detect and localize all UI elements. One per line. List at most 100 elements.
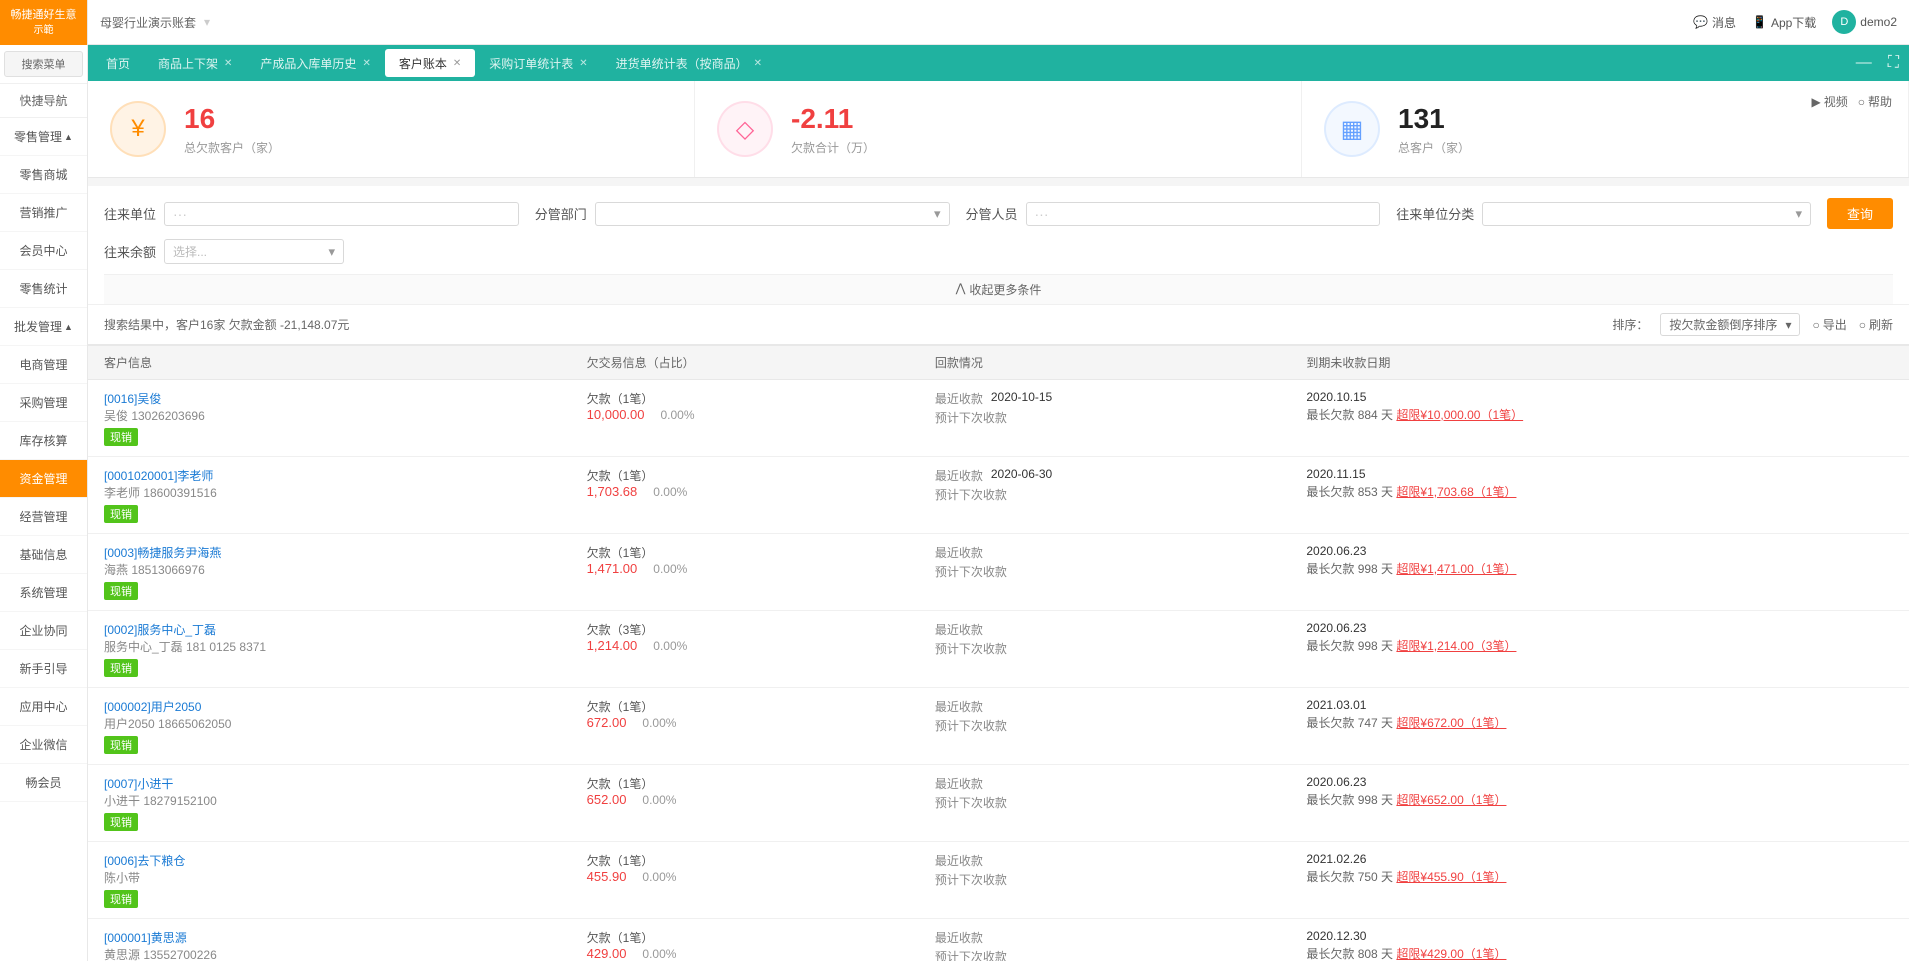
sidebar-item-retail-mall[interactable]: 零售商城 bbox=[0, 156, 87, 194]
last-payment-label: 最近收款 bbox=[935, 621, 983, 638]
due-date: 2020.10.15 bbox=[1306, 390, 1893, 404]
search-button[interactable]: 查询 bbox=[1827, 198, 1893, 229]
filter-category-select[interactable]: ▾ bbox=[1482, 202, 1811, 226]
video-button[interactable]: ▶ 视频 bbox=[1811, 93, 1847, 110]
debt-count: 欠款（1笔） bbox=[587, 467, 903, 484]
filter-balance-select[interactable]: 选择... ▾ bbox=[164, 239, 344, 264]
overdue-days: 最长欠款 998 天 bbox=[1306, 562, 1396, 576]
last-payment-label: 最近收款 bbox=[935, 467, 983, 484]
sidebar-item-inventory[interactable]: 库存核算 bbox=[0, 422, 87, 460]
overdue-amount-link[interactable]: 超限¥652.00（1笔） bbox=[1396, 793, 1506, 807]
sidebar-item-marketing[interactable]: 营销推广 bbox=[0, 194, 87, 232]
app-download-label: App下载 bbox=[1771, 14, 1816, 31]
tabs-minimize-button[interactable]: — bbox=[1850, 52, 1878, 74]
tab-customer-account[interactable]: 客户账本 ✕ bbox=[385, 49, 475, 77]
quick-nav-item[interactable]: 快捷导航 bbox=[0, 84, 87, 118]
debt-total-label: 欠款合计（万） bbox=[791, 139, 875, 156]
table-row: [0002]服务中心_丁磊 服务中心_丁磊 181 0125 8371 现销 欠… bbox=[88, 611, 1909, 688]
search-menu-button[interactable]: 搜索菜单 bbox=[4, 51, 83, 77]
filter-dept-select[interactable]: ▾ bbox=[595, 202, 950, 226]
sidebar-item-label: 采购管理 bbox=[19, 396, 67, 410]
overdue-amount-link[interactable]: 超限¥455.90（1笔） bbox=[1396, 870, 1506, 884]
collapse-icon: ⋀ bbox=[956, 281, 966, 298]
customer-phone: 李老师 18600391516 bbox=[104, 484, 555, 501]
overdue-amount-link[interactable]: 超限¥429.00（1笔） bbox=[1396, 947, 1506, 961]
tab-purchase-order-stats[interactable]: 采购订单统计表 ✕ bbox=[475, 49, 601, 77]
export-button[interactable]: ○ 导出 bbox=[1812, 316, 1846, 333]
sidebar-item-ecommerce[interactable]: 电商管理 bbox=[0, 346, 87, 384]
payback-cell: 最近收款 预计下次收款 bbox=[919, 611, 1291, 688]
sidebar-item-operations[interactable]: 经营管理 bbox=[0, 498, 87, 536]
customer-info-cell: [000001]黄思源 黄思源 13552700226 现销 bbox=[88, 919, 571, 961]
debt-amount[interactable]: 1,703.68 bbox=[587, 484, 638, 499]
overdue-amount-link[interactable]: 超限¥672.00（1笔） bbox=[1396, 716, 1506, 730]
chevron-down-icon: ▾ bbox=[328, 244, 335, 260]
customer-name-link[interactable]: [0002]服务中心_丁磊 bbox=[104, 623, 216, 637]
filter-counterparty-input[interactable]: ··· bbox=[164, 202, 519, 226]
sidebar-item-finance[interactable]: 资金管理 bbox=[0, 460, 87, 498]
tab-product-listing[interactable]: 商品上下架 ✕ bbox=[144, 49, 246, 77]
customer-name-link[interactable]: [0007]小进干 bbox=[104, 777, 173, 791]
sidebar-item-enterprise[interactable]: 企业协同 bbox=[0, 612, 87, 650]
tab-purchase-stats-by-product[interactable]: 进货单统计表（按商品） ✕ bbox=[602, 49, 776, 77]
customer-name-link[interactable]: [0016]吴俊 bbox=[104, 392, 161, 406]
sidebar-item-apps[interactable]: 应用中心 bbox=[0, 688, 87, 726]
debt-total-value: -2.11 bbox=[791, 103, 875, 135]
tab-close-icon[interactable]: ✕ bbox=[754, 58, 762, 69]
due-date-cell: 2021.03.01 最长欠款 747 天 超限¥672.00（1笔） bbox=[1290, 688, 1909, 765]
message-button[interactable]: 💬 消息 bbox=[1693, 14, 1736, 31]
message-label: 消息 bbox=[1712, 14, 1736, 31]
app-download-button[interactable]: 📱 App下载 bbox=[1752, 14, 1816, 31]
overdue-amount-link[interactable]: 超限¥1,703.68（1笔） bbox=[1396, 485, 1516, 499]
overdue-amount-link[interactable]: 超限¥10,000.00（1笔） bbox=[1396, 408, 1523, 422]
refresh-button[interactable]: ○ 刷新 bbox=[1859, 316, 1893, 333]
debt-amount[interactable]: 1,471.00 bbox=[587, 561, 638, 576]
customer-info-cell: [0001020001]李老师 李老师 18600391516 现销 bbox=[88, 457, 571, 534]
total-customers-icon-wrapper: ▦ bbox=[1322, 99, 1382, 159]
collapse-filters-button[interactable]: ⋀ 收起更多条件 bbox=[104, 274, 1893, 304]
tab-close-icon[interactable]: ✕ bbox=[453, 58, 461, 69]
overdue-amount-link[interactable]: 超限¥1,214.00（3笔） bbox=[1396, 639, 1516, 653]
overdue-days: 最长欠款 884 天 bbox=[1306, 408, 1396, 422]
sort-select[interactable]: 按欠款金额倒序排序 ▾ bbox=[1660, 313, 1800, 336]
search-menu-area[interactable]: 搜索菜单 bbox=[0, 45, 87, 84]
debt-amount[interactable]: 429.00 bbox=[587, 946, 627, 961]
tab-close-icon[interactable]: ✕ bbox=[224, 58, 232, 69]
due-date-cell: 2020.11.15 最长欠款 853 天 超限¥1,703.68（1笔） bbox=[1290, 457, 1909, 534]
tab-finished-goods[interactable]: 产成品入库单历史 ✕ bbox=[246, 49, 384, 77]
tab-home[interactable]: 首页 bbox=[92, 49, 144, 77]
results-bar: 搜索结果中，客户16家 欠款金额 -21,148.07元 排序： 按欠款金额倒序… bbox=[88, 304, 1909, 345]
sidebar-item-guide[interactable]: 新手引导 bbox=[0, 650, 87, 688]
last-payment-row: 最近收款 bbox=[935, 929, 1275, 946]
customer-name-link[interactable]: [0006]去下粮仓 bbox=[104, 854, 185, 868]
sidebar-item-retail-stats[interactable]: 零售统计 bbox=[0, 270, 87, 308]
debt-amount[interactable]: 1,214.00 bbox=[587, 638, 638, 653]
customer-name-link[interactable]: [0003]畅捷服务尹海燕 bbox=[104, 546, 221, 560]
sidebar-item-purchase[interactable]: 采购管理 bbox=[0, 384, 87, 422]
sidebar-item-wholesale-management[interactable]: 批发管理 ▲ bbox=[0, 308, 87, 346]
customer-name-link[interactable]: [0001020001]李老师 bbox=[104, 469, 213, 483]
customer-name-link[interactable]: [000002]用户2050 bbox=[104, 700, 201, 714]
user-menu-button[interactable]: D demo2 bbox=[1832, 10, 1897, 34]
sidebar-item-member-center[interactable]: 会员中心 bbox=[0, 232, 87, 270]
sidebar-item-member[interactable]: 畅会员 bbox=[0, 764, 87, 802]
debt-amount[interactable]: 455.90 bbox=[587, 869, 627, 884]
debt-amount[interactable]: 672.00 bbox=[587, 715, 627, 730]
sidebar-item-basics[interactable]: 基础信息 bbox=[0, 536, 87, 574]
debt-amount[interactable]: 652.00 bbox=[587, 792, 627, 807]
tabs-maximize-button[interactable]: ⛶ bbox=[1882, 52, 1905, 74]
sidebar-item-label: 系统管理 bbox=[19, 586, 67, 600]
col-debt-info: 欠交易信息（占比） bbox=[571, 346, 919, 380]
customer-name-link[interactable]: [000001]黄思源 bbox=[104, 931, 187, 945]
debt-amount[interactable]: 10,000.00 bbox=[587, 407, 645, 422]
tab-close-icon[interactable]: ✕ bbox=[362, 58, 370, 69]
filter-manager-input[interactable]: ··· bbox=[1026, 202, 1381, 226]
sidebar-item-wechat[interactable]: 企业微信 bbox=[0, 726, 87, 764]
topbar-left: 母婴行业演示账套 ▾ bbox=[100, 14, 210, 31]
sidebar-item-retail-management[interactable]: 零售管理 ▲ bbox=[0, 118, 87, 156]
overdue-amount-link[interactable]: 超限¥1,471.00（1笔） bbox=[1396, 562, 1516, 576]
debt-info-cell: 欠款（1笔） 652.00 0.00% bbox=[571, 765, 919, 842]
tab-close-icon[interactable]: ✕ bbox=[579, 58, 587, 69]
sidebar-item-system[interactable]: 系统管理 bbox=[0, 574, 87, 612]
help-button[interactable]: ○ 帮助 bbox=[1858, 93, 1892, 110]
